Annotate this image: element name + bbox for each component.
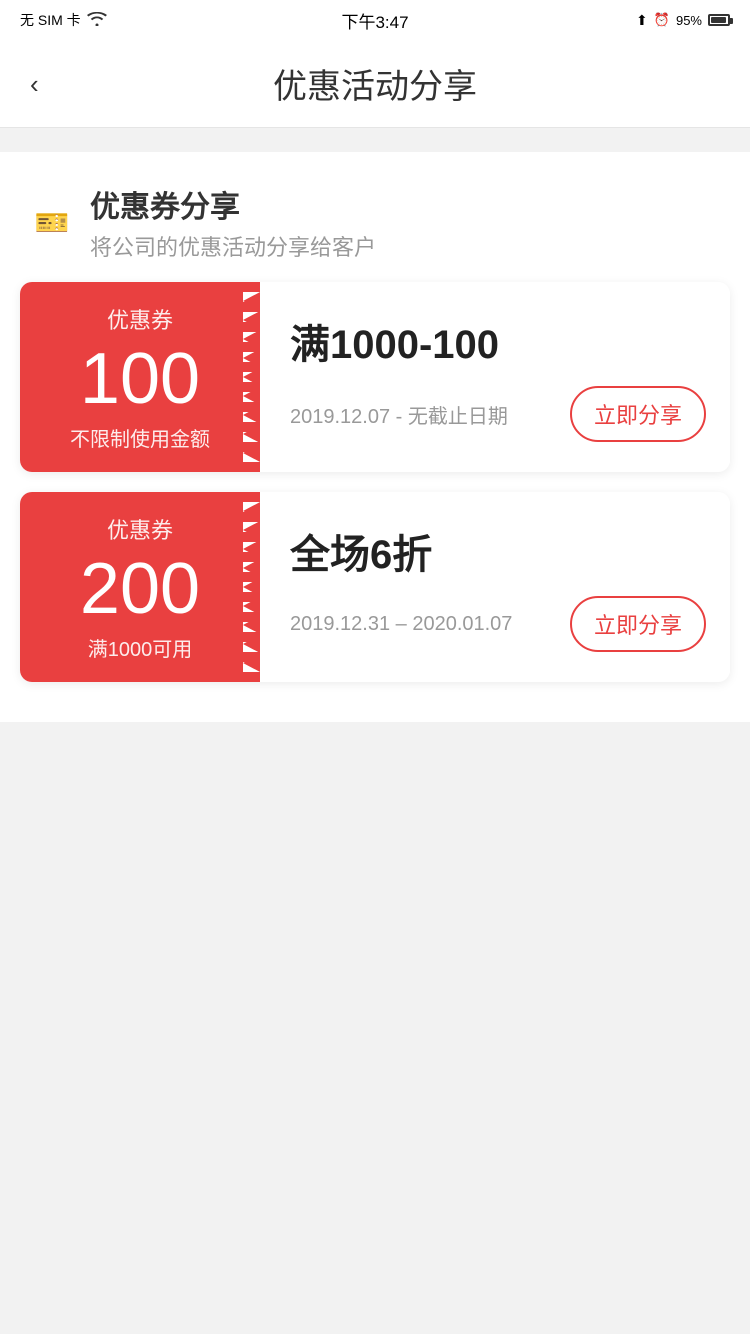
coupon-right-1: 满1000-100 2019.12.07 - 无截止日期 立即分享 bbox=[260, 282, 730, 472]
page-title: 优惠活动分享 bbox=[273, 59, 477, 108]
section-icon: 🎫 bbox=[30, 200, 74, 244]
coupon-date-1: 2019.12.07 - 无截止日期 bbox=[290, 400, 508, 429]
status-time: 下午3:47 bbox=[341, 8, 408, 33]
coupon-condition-1: 不限制使用金额 bbox=[70, 423, 210, 452]
coupon-left-2: 优惠券 200 满1000可用 bbox=[20, 492, 260, 682]
share-button-2[interactable]: 立即分享 bbox=[570, 596, 706, 652]
coupon-card-1: 优惠券 100 不限制使用金额 满1000-100 2019.12.07 - 无… bbox=[20, 282, 730, 472]
coupon-bottom-row-2: 2019.12.31 – 2020.01.07 立即分享 bbox=[290, 596, 706, 652]
status-right: ⬆ ⏰ 95% bbox=[636, 12, 730, 29]
coupon-label-2: 优惠券 bbox=[107, 513, 173, 545]
coupon-date-2: 2019.12.31 – 2020.01.07 bbox=[290, 613, 512, 636]
wifi-icon bbox=[87, 12, 107, 29]
section-title: 优惠券分享 bbox=[90, 182, 376, 226]
coupon-name-2: 全场6折 bbox=[290, 522, 706, 580]
coupon-amount-1: 100 bbox=[80, 343, 200, 415]
battery-text: 95% bbox=[676, 13, 702, 28]
carrier-text: 无 SIM 卡 bbox=[20, 10, 81, 30]
coupon-card-2: 优惠券 200 满1000可用 全场6折 2019.12.31 – 2020.0… bbox=[20, 492, 730, 682]
coupon-name-1: 满1000-100 bbox=[290, 312, 706, 370]
section-subtitle: 将公司的优惠活动分享给客户 bbox=[90, 230, 376, 262]
coupon-list: 优惠券 100 不限制使用金额 满1000-100 2019.12.07 - 无… bbox=[0, 282, 750, 722]
section-text-block: 优惠券分享 将公司的优惠活动分享给客户 bbox=[90, 182, 376, 262]
nav-bar: ‹ 优惠活动分享 bbox=[0, 40, 750, 128]
coupon-label-1: 优惠券 bbox=[107, 303, 173, 335]
coupon-condition-2: 满1000可用 bbox=[88, 633, 193, 662]
battery-icon bbox=[708, 14, 730, 26]
coupon-amount-2: 200 bbox=[80, 553, 200, 625]
section-header: 🎫 优惠券分享 将公司的优惠活动分享给客户 bbox=[0, 152, 750, 282]
coupon-bottom-row-1: 2019.12.07 - 无截止日期 立即分享 bbox=[290, 386, 706, 442]
bottom-area bbox=[0, 722, 750, 1222]
location-icon: ⬆ bbox=[636, 12, 648, 29]
coupon-right-2: 全场6折 2019.12.31 – 2020.01.07 立即分享 bbox=[260, 492, 730, 682]
share-button-1[interactable]: 立即分享 bbox=[570, 386, 706, 442]
section-divider bbox=[0, 128, 750, 152]
status-left: 无 SIM 卡 bbox=[20, 10, 107, 30]
back-button[interactable]: ‹ bbox=[30, 71, 39, 97]
coupon-left-1: 优惠券 100 不限制使用金额 bbox=[20, 282, 260, 472]
alarm-icon: ⏰ bbox=[654, 12, 670, 28]
status-bar: 无 SIM 卡 下午3:47 ⬆ ⏰ 95% bbox=[0, 0, 750, 40]
